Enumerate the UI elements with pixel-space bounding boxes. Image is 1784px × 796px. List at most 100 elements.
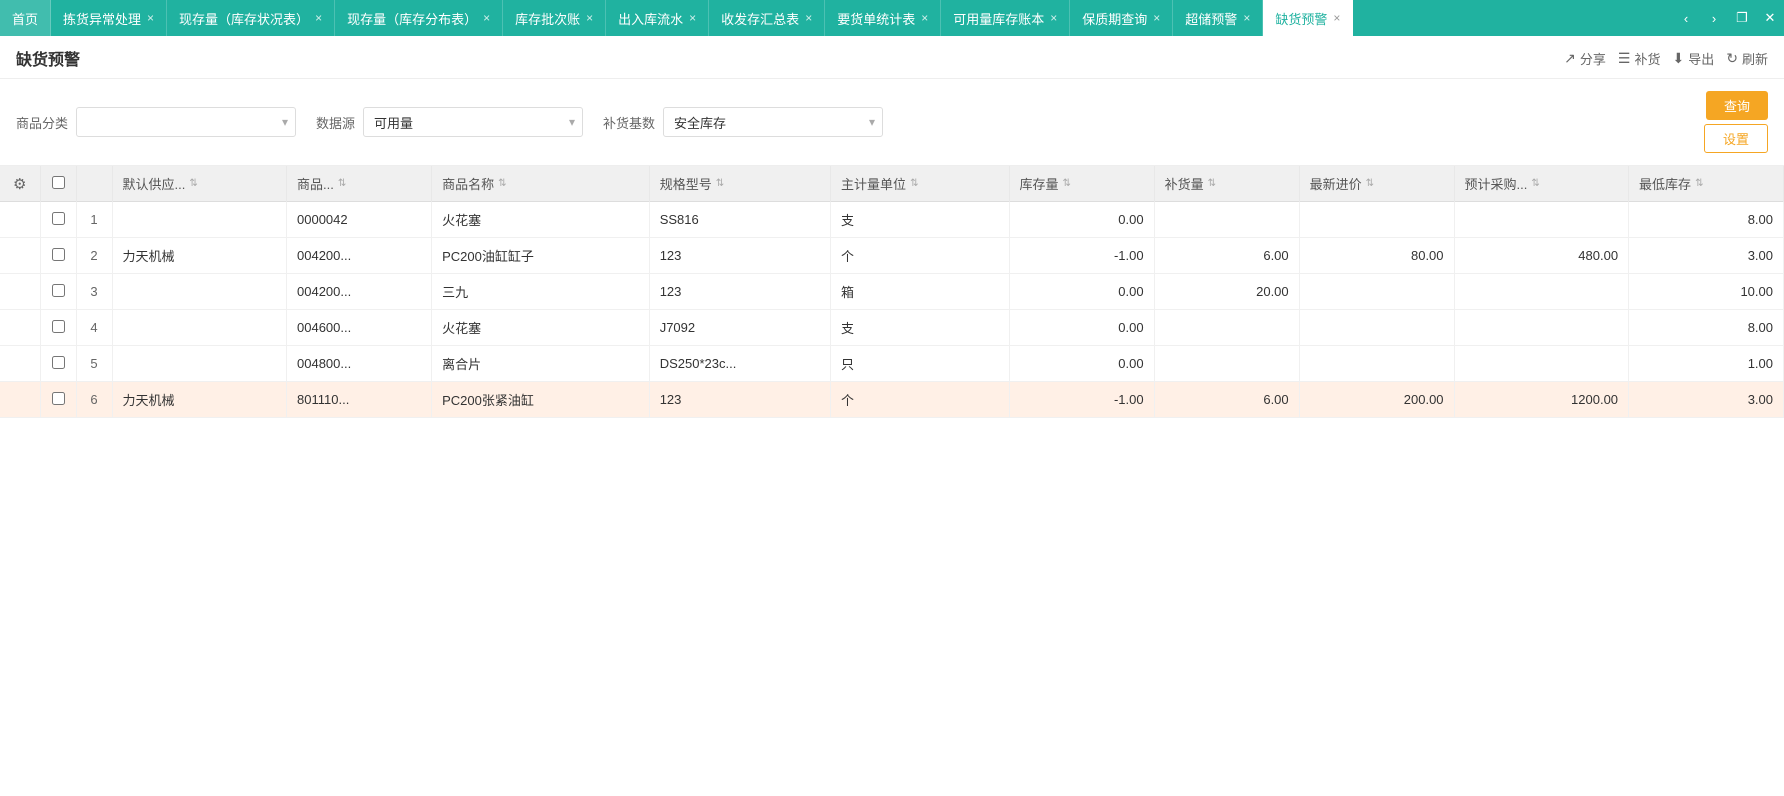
td-price-4 [1299, 346, 1454, 382]
td-checkbox-5 [40, 382, 76, 418]
tab-item-2[interactable]: 现存量（库存状况表）× [167, 0, 335, 36]
tab-item-10[interactable]: 超储预警× [1173, 0, 1263, 36]
td-code-3: 004600... [287, 310, 432, 346]
table-settings-icon[interactable]: ⚙ [13, 176, 26, 193]
tab-close-2[interactable]: × [315, 11, 322, 25]
row-checkbox-3[interactable] [52, 320, 65, 333]
tab-item-1[interactable]: 拣货异常处理× [51, 0, 167, 36]
th-estimated-purchase[interactable]: 预计采购... ⇅ [1454, 166, 1629, 202]
category-filter-group: 商品分类 ▾ [16, 107, 296, 137]
datasource-label: 数据源 [316, 113, 355, 132]
tab-next-btn[interactable]: › [1700, 0, 1728, 36]
th-product-code[interactable]: 商品... ⇅ [287, 166, 432, 202]
tab-item-4[interactable]: 库存批次账× [503, 0, 606, 36]
tab-close-11[interactable]: × [1333, 11, 1340, 25]
td-min-stock-3: 8.00 [1629, 310, 1784, 346]
th-min-stock[interactable]: 最低库存 ⇅ [1629, 166, 1784, 202]
tab-item-7[interactable]: 要货单统计表× [825, 0, 941, 36]
th-spec[interactable]: 规格型号 ⇅ [649, 166, 830, 202]
td-row-num-3: 4 [76, 310, 112, 346]
query-button[interactable]: 查询 [1706, 91, 1768, 120]
row-checkbox-2[interactable] [52, 284, 65, 297]
export-btn[interactable]: ⬇ 导出 [1673, 49, 1715, 68]
td-name-2: 三九 [432, 274, 650, 310]
td-min-stock-2: 10.00 [1629, 274, 1784, 310]
td-unit-0: 支 [831, 202, 1009, 238]
th-unit[interactable]: 主计量单位 ⇅ [831, 166, 1009, 202]
table-row: 5 004800... 离合片 DS250*23c... 只 0.00 1.00 [0, 346, 1784, 382]
th-default-supplier[interactable]: 默认供应... ⇅ [112, 166, 287, 202]
select-all-checkbox[interactable] [52, 176, 65, 189]
td-purchase-1: 480.00 [1454, 238, 1629, 274]
td-purchase-2 [1454, 274, 1629, 310]
supplement-btn[interactable]: ☰ 补货 [1618, 49, 1661, 68]
td-row-settings-4 [0, 346, 40, 382]
th-product-name[interactable]: 商品名称 ⇅ [432, 166, 650, 202]
table-row: 4 004600... 火花塞 J7092 支 0.00 8.00 [0, 310, 1784, 346]
td-stock-0: 0.00 [1009, 202, 1154, 238]
share-icon: ↗ [1564, 50, 1576, 67]
tab-close-4[interactable]: × [586, 11, 593, 25]
table-row: 2 力天机械 004200... PC200油缸缸子 123 个 -1.00 6… [0, 238, 1784, 274]
td-spec-3: J7092 [649, 310, 830, 346]
category-select[interactable] [76, 107, 296, 137]
th-supplement-qty[interactable]: 补货量 ⇅ [1154, 166, 1299, 202]
refresh-btn[interactable]: ↻ 刷新 [1726, 49, 1768, 68]
tab-item-11[interactable]: 缺货预警× [1263, 0, 1353, 36]
tab-item-9[interactable]: 保质期查询× [1070, 0, 1173, 36]
table-header-row: ⚙ 默认供应... ⇅ 商品... [0, 166, 1784, 202]
tab-item-3[interactable]: 现存量（库存分布表）× [335, 0, 503, 36]
td-supplement-4 [1154, 346, 1299, 382]
tab-item-5[interactable]: 出入库流水× [606, 0, 709, 36]
td-supplement-5: 6.00 [1154, 382, 1299, 418]
row-checkbox-0[interactable] [52, 212, 65, 225]
tab-close-8[interactable]: × [1050, 11, 1057, 25]
th-latest-price[interactable]: 最新进价 ⇅ [1299, 166, 1454, 202]
sort-price-icon: ⇅ [1366, 178, 1374, 189]
settings-button[interactable]: 设置 [1704, 124, 1768, 153]
td-checkbox-1 [40, 238, 76, 274]
tab-close-7[interactable]: × [921, 11, 928, 25]
th-stock[interactable]: 库存量 ⇅ [1009, 166, 1154, 202]
row-checkbox-1[interactable] [52, 248, 65, 261]
td-checkbox-3 [40, 310, 76, 346]
row-checkbox-5[interactable] [52, 392, 65, 405]
sort-spec-icon: ⇅ [716, 178, 724, 189]
tab-item-0[interactable]: 首页 [0, 0, 51, 36]
tab-item-8[interactable]: 可用量库存账本× [941, 0, 1070, 36]
sort-unit-icon: ⇅ [910, 178, 918, 189]
row-checkbox-4[interactable] [52, 356, 65, 369]
data-table: ⚙ 默认供应... ⇅ 商品... [0, 166, 1784, 418]
td-stock-4: 0.00 [1009, 346, 1154, 382]
tab-item-6[interactable]: 收发存汇总表× [709, 0, 825, 36]
tab-prev-btn[interactable]: ‹ [1672, 0, 1700, 36]
sort-stock-icon: ⇅ [1063, 178, 1071, 189]
td-unit-2: 箱 [831, 274, 1009, 310]
tab-close-3[interactable]: × [483, 11, 490, 25]
supplement-base-select-wrapper: 安全库存 ▾ [663, 107, 883, 137]
datasource-select[interactable]: 可用量 [363, 107, 583, 137]
category-label: 商品分类 [16, 113, 68, 132]
tab-close-9[interactable]: × [1153, 11, 1160, 25]
window-close-btn[interactable]: ✕ [1756, 0, 1784, 36]
td-row-num-4: 5 [76, 346, 112, 382]
td-name-1: PC200油缸缸子 [432, 238, 650, 274]
td-price-0 [1299, 202, 1454, 238]
supplement-base-select[interactable]: 安全库存 [663, 107, 883, 137]
window-restore-btn[interactable]: ❐ [1728, 0, 1756, 36]
table-body: 1 0000042 火花塞 SS816 支 0.00 8.00 2 力天机械 0… [0, 202, 1784, 418]
td-min-stock-0: 8.00 [1629, 202, 1784, 238]
td-supplier-2 [112, 274, 287, 310]
td-spec-5: 123 [649, 382, 830, 418]
tab-close-1[interactable]: × [147, 11, 154, 25]
td-supplement-0 [1154, 202, 1299, 238]
sort-min-stock-icon: ⇅ [1695, 178, 1703, 189]
page-container: 缺货预警 ↗ 分享 ☰ 补货 ⬇ 导出 ↻ 刷新 商品分类 [0, 36, 1784, 796]
tab-close-10[interactable]: × [1243, 11, 1250, 25]
tab-close-5[interactable]: × [689, 11, 696, 25]
share-btn[interactable]: ↗ 分享 [1564, 49, 1606, 68]
td-supplement-2: 20.00 [1154, 274, 1299, 310]
datasource-select-wrapper: 可用量 ▾ [363, 107, 583, 137]
tab-close-6[interactable]: × [805, 11, 812, 25]
td-min-stock-4: 1.00 [1629, 346, 1784, 382]
